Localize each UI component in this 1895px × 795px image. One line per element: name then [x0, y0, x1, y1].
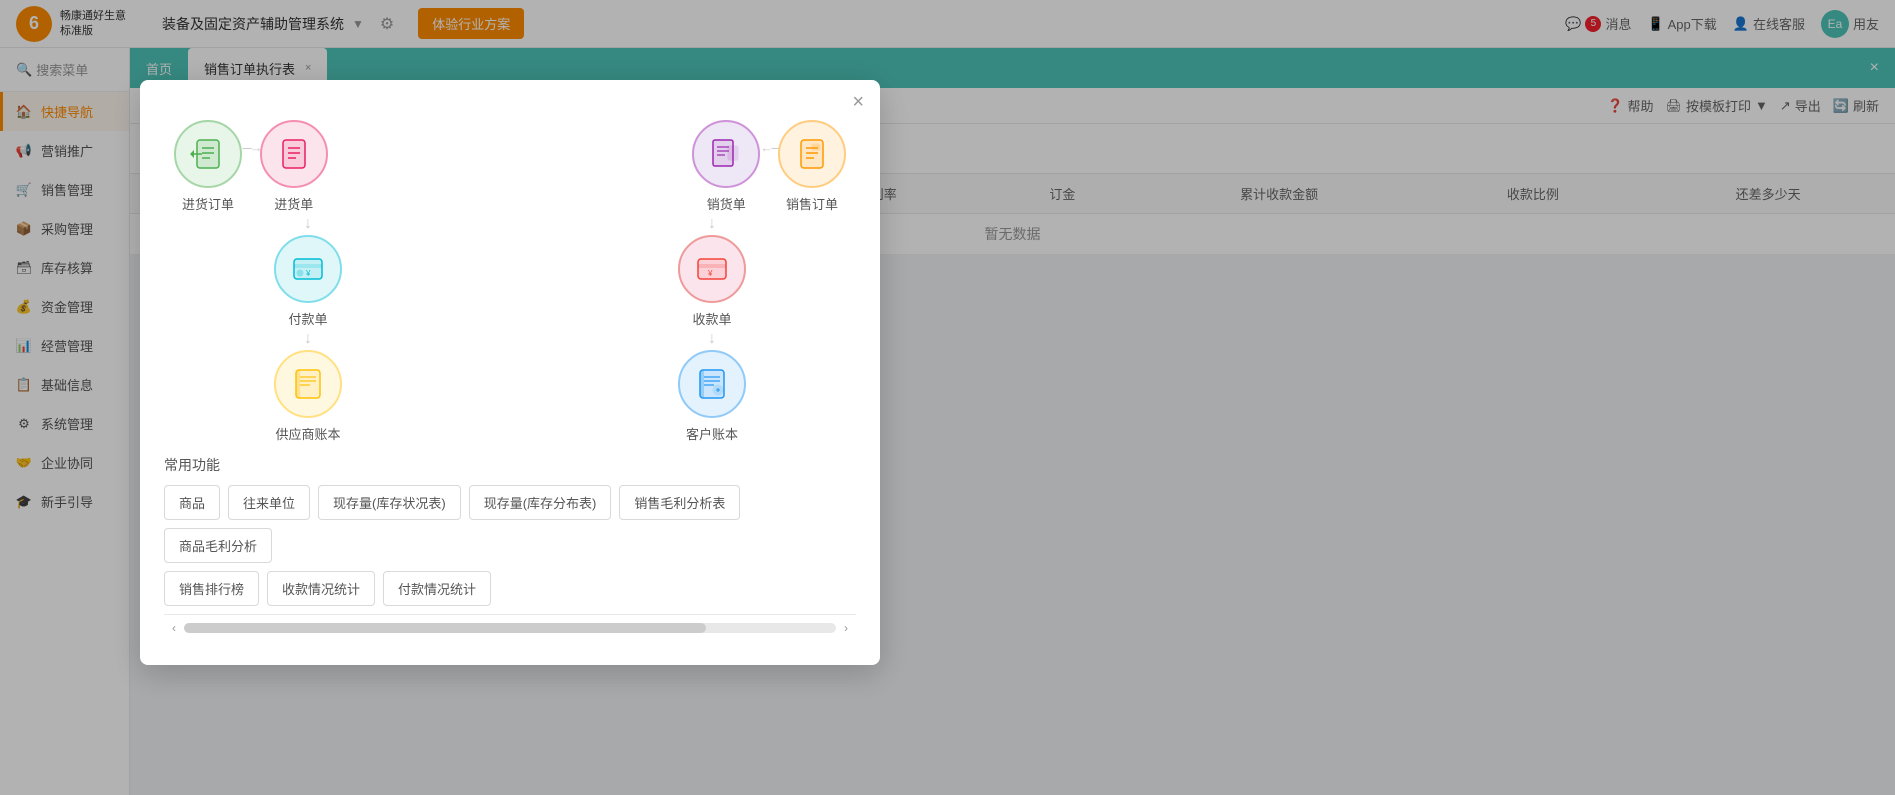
common-functions: 常用功能 商品 往来单位 现存量(库存状况表) 现存量(库存分布表) 销售毛利分…: [164, 443, 856, 614]
arrow-down-purchase: ↓: [274, 213, 342, 235]
func-btn-goods[interactable]: 商品: [164, 485, 220, 520]
scroll-track[interactable]: [184, 623, 836, 633]
customer-ledger-circle: [678, 350, 746, 418]
customer-ledger-label: 客户账本: [686, 424, 738, 443]
arrow-down-sales: ↓: [678, 213, 746, 235]
svg-text:¥: ¥: [305, 269, 311, 278]
arrow-down-receipt: ↓: [678, 328, 746, 350]
flow-node-supplier-ledger[interactable]: 供应商账本: [274, 350, 342, 443]
func-btn-goods-margin[interactable]: 商品毛利分析: [164, 528, 272, 563]
payment-circle: ¥: [274, 235, 342, 303]
svg-text:¥: ¥: [707, 269, 713, 278]
func-buttons-row2: 销售排行榜 收款情况统计 付款情况统计: [164, 571, 856, 606]
func-btn-current-qty-dist[interactable]: 现存量(库存分布表): [469, 485, 612, 520]
arrow-down-payment: ↓: [274, 328, 342, 350]
scroll-area: ‹ ›: [164, 614, 856, 641]
dialog-close-icon[interactable]: ×: [852, 92, 864, 112]
payment-label: 付款单: [288, 309, 327, 328]
func-btn-receipt-stats[interactable]: 收款情况统计: [267, 571, 375, 606]
supplier-ledger-label: 供应商账本: [275, 424, 340, 443]
dialog: × 进货订单 - - - - → 进货单 销货单: [140, 80, 880, 665]
sales-order-label: 销售订单: [786, 194, 838, 213]
arrow-purchase-to-bill: - - - - →: [242, 120, 260, 155]
purchase-bill-label: 进货单: [274, 194, 313, 213]
sales-bill-label: 销货单: [707, 194, 746, 213]
receipt-label: 收款单: [692, 309, 731, 328]
func-btn-counterparty[interactable]: 往来单位: [228, 485, 310, 520]
common-functions-title: 常用功能: [164, 455, 856, 475]
arrow-sales-order-to-bill: ← - - - -: [760, 120, 778, 155]
flow-node-customer-ledger[interactable]: 客户账本: [678, 350, 746, 443]
scroll-right-icon[interactable]: ›: [844, 621, 848, 635]
func-btn-sales-margin[interactable]: 销售毛利分析表: [619, 485, 740, 520]
flow-node-purchase-order[interactable]: 进货订单: [174, 120, 242, 213]
supplier-ledger-circle: [274, 350, 342, 418]
flow-node-purchase-bill[interactable]: 进货单: [260, 120, 328, 213]
func-buttons: 商品 往来单位 现存量(库存状况表) 现存量(库存分布表) 销售毛利分析表 商品…: [164, 485, 856, 563]
purchase-order-label: 进货订单: [182, 194, 234, 213]
sales-order-circle: [778, 120, 846, 188]
func-btn-payment-stats[interactable]: 付款情况统计: [383, 571, 491, 606]
scroll-left-icon[interactable]: ‹: [172, 621, 176, 635]
flow-node-sales-bill[interactable]: 销货单: [692, 120, 760, 213]
func-btn-current-qty-status[interactable]: 现存量(库存状况表): [318, 485, 461, 520]
purchase-bill-circle: [260, 120, 328, 188]
sales-bill-circle: [692, 120, 760, 188]
receipt-circle: ¥: [678, 235, 746, 303]
flow-node-payment[interactable]: ¥ 付款单: [274, 235, 342, 328]
flow-node-sales-order[interactable]: 销售订单: [778, 120, 846, 213]
scroll-thumb[interactable]: [184, 623, 706, 633]
func-btn-sales-rank[interactable]: 销售排行榜: [164, 571, 259, 606]
flow-node-receipt[interactable]: ¥ 收款单: [678, 235, 746, 328]
purchase-order-circle: [174, 120, 242, 188]
